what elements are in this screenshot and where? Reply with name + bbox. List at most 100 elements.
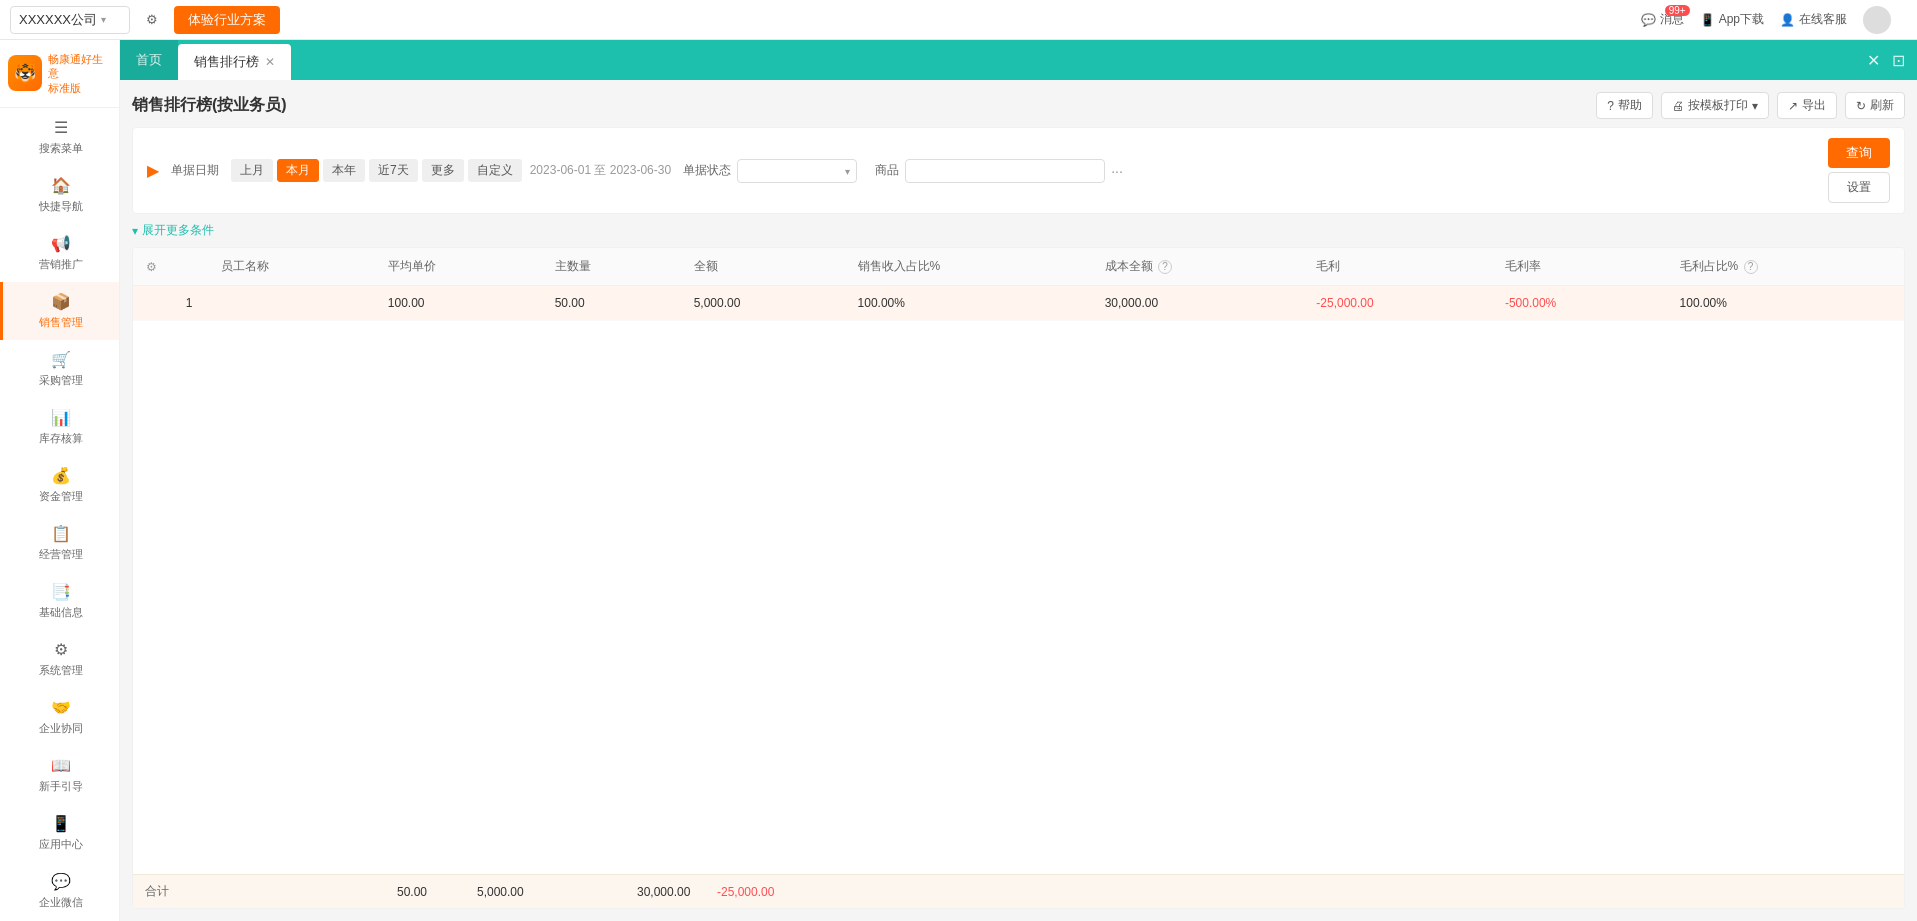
date-last7[interactable]: 近7天	[369, 159, 418, 182]
company-selector[interactable]: XXXXXX公司 ▾	[10, 6, 130, 34]
setup-button[interactable]: 设置	[1828, 172, 1890, 203]
tab-sales-ranking[interactable]: 销售排行榜 ✕	[178, 44, 291, 80]
message-icon: 💬	[1641, 13, 1656, 27]
goods-filter-label: 商品	[875, 162, 899, 179]
expand-conditions-bar: ▾ 展开更多条件	[132, 222, 1905, 239]
sidebar-label: 企业微信	[39, 895, 83, 910]
content-area: 首页 销售排行榜 ✕ ✕ ⊡ 销售排行榜(按业务员) ? 帮助	[120, 40, 1917, 921]
col-amount: 全额	[682, 248, 846, 286]
help-button[interactable]: ? 帮助	[1596, 92, 1653, 119]
status-select[interactable]	[737, 159, 857, 183]
date-options: 上月 本月 本年 近7天 更多 自定义 2023-06-01 至 2023-06…	[231, 159, 671, 182]
message-badge: 99+	[1665, 5, 1690, 16]
online-service-label: 在线客服	[1799, 11, 1847, 28]
sidebar-item-app-center[interactable]: 📱 应用中心	[0, 804, 119, 862]
table-footer: 合计 50.00 5,000.00 30,000.00 -25,000.00	[133, 874, 1904, 908]
col-avg-price: 平均单价	[376, 248, 543, 286]
sidebar: 🐯 畅康通好生意 标准版 ☰ 搜索菜单 🏠 快捷导航 📢 营销推广 📦 销售管理…	[0, 40, 120, 921]
sidebar-item-operations[interactable]: 📋 经营管理	[0, 514, 119, 572]
cost-help-icon[interactable]: ?	[1158, 260, 1172, 274]
expand-icon: ▶	[147, 161, 159, 180]
logo-icon: 🐯	[8, 55, 42, 91]
basic-info-icon: 📑	[51, 582, 71, 601]
sidebar-item-search-order[interactable]: ☰ 搜索菜单	[0, 108, 119, 166]
sidebar-item-finance[interactable]: 💰 资金管理	[0, 456, 119, 514]
tab-bar-maximize-icon[interactable]: ⊡	[1892, 51, 1905, 70]
sidebar-item-enterprise-wechat[interactable]: 💬 企业微信	[0, 862, 119, 920]
marketing-icon: 📢	[51, 234, 71, 253]
col-settings[interactable]: ⚙	[133, 248, 169, 286]
sidebar-label: 资金管理	[39, 489, 83, 504]
sidebar-label: 基础信息	[39, 605, 83, 620]
page-title: 销售排行榜(按业务员)	[132, 95, 287, 116]
wechat-icon: 💬	[51, 872, 71, 891]
col-profit-pct: 毛利占比% ?	[1668, 248, 1904, 286]
status-select-wrap	[737, 159, 857, 183]
quick-nav-icon: 🏠	[51, 176, 71, 195]
sidebar-item-quick-nav[interactable]: 🏠 快捷导航	[0, 166, 119, 224]
tab-home[interactable]: 首页	[120, 40, 178, 80]
message-btn[interactable]: 💬 消息 99+	[1641, 11, 1684, 28]
print-button[interactable]: 🖨 按模板打印 ▾	[1661, 92, 1769, 119]
refresh-icon: ↻	[1856, 99, 1866, 113]
date-this-month[interactable]: 本月	[277, 159, 319, 182]
tab-bar-actions: ✕ ⊡	[1855, 40, 1917, 80]
purchase-icon: 🛒	[51, 350, 71, 369]
footer-empty1	[225, 885, 305, 899]
col-rank	[169, 248, 209, 286]
app-download-btn[interactable]: 📱 App下载	[1700, 11, 1764, 28]
newcomer-icon: 📖	[51, 756, 71, 775]
tab-bar-close-icon[interactable]: ✕	[1867, 51, 1880, 70]
row-settings-col	[133, 286, 169, 321]
col-name: 员工名称	[209, 248, 376, 286]
date-this-year[interactable]: 本年	[323, 159, 365, 182]
date-custom[interactable]: 自定义	[468, 159, 522, 182]
sidebar-logo: 🐯 畅康通好生意 标准版	[0, 40, 119, 108]
online-service-btn[interactable]: 👤 在线客服	[1780, 11, 1847, 28]
sidebar-item-newcomer[interactable]: 📖 新手引导	[0, 746, 119, 804]
company-name: XXXXXX公司	[19, 11, 97, 29]
row-rank: 1	[169, 286, 209, 321]
sidebar-label: 营销推广	[39, 257, 83, 272]
date-filter-label: 单据日期	[171, 162, 219, 179]
sidebar-item-enterprise-collab[interactable]: 🤝 企业协同	[0, 688, 119, 746]
row-amount: 5,000.00	[682, 286, 846, 321]
goods-filter-group: 商品 ···	[875, 159, 1123, 183]
export-button[interactable]: ↗ 导出	[1777, 92, 1837, 119]
refresh-button[interactable]: ↻ 刷新	[1845, 92, 1905, 119]
tab-close-icon[interactable]: ✕	[265, 55, 275, 69]
help-icon: ?	[1607, 99, 1614, 113]
sidebar-item-system[interactable]: ⚙ 系统管理	[0, 630, 119, 688]
print-dropdown-icon: ▾	[1752, 99, 1758, 113]
logo-text: 畅康通好生意 标准版	[48, 52, 111, 95]
col-qty: 主数量	[543, 248, 682, 286]
profit-pct-help-icon[interactable]: ?	[1744, 260, 1758, 274]
tab-bar: 首页 销售排行榜 ✕ ✕ ⊡	[120, 40, 1917, 80]
footer-empty3	[545, 885, 625, 899]
page-header: 销售排行榜(按业务员) ? 帮助 🖨 按模板打印 ▾ ↗ 导出	[132, 92, 1905, 119]
footer-amount: 5,000.00	[465, 885, 545, 899]
trial-button[interactable]: 体验行业方案	[174, 6, 280, 34]
col-sales-pct: 销售收入占比%	[846, 248, 1093, 286]
settings-icon[interactable]: ⚙	[138, 6, 166, 34]
top-bar-right: 💬 消息 99+ 📱 App下载 👤 在线客服	[1641, 6, 1907, 34]
footer-gross-profit: -25,000.00	[705, 885, 786, 899]
sidebar-label: 销售管理	[39, 315, 83, 330]
page-content: 销售排行榜(按业务员) ? 帮助 🖨 按模板打印 ▾ ↗ 导出	[120, 80, 1917, 921]
row-sales-pct: 100.00%	[846, 286, 1093, 321]
query-button[interactable]: 查询	[1828, 138, 1890, 168]
sidebar-item-basic-info[interactable]: 📑 基础信息	[0, 572, 119, 630]
sidebar-item-inventory[interactable]: 📊 库存核算	[0, 398, 119, 456]
sidebar-item-marketing[interactable]: 📢 营销推广	[0, 224, 119, 282]
sidebar-item-purchase[interactable]: 🛒 采购管理	[0, 340, 119, 398]
goods-input[interactable]	[905, 159, 1105, 183]
sidebar-item-sales[interactable]: 📦 销售管理	[0, 282, 119, 340]
goods-more-icon[interactable]: ···	[1111, 163, 1123, 179]
data-table: ⚙ 员工名称 平均单价 主数量 全额 销售收入占比% 成本全额 ? 毛利	[133, 248, 1904, 321]
expand-conditions-btn[interactable]: ▾ 展开更多条件	[132, 222, 1905, 239]
avatar[interactable]	[1863, 6, 1891, 34]
col-gross-margin: 毛利率	[1493, 248, 1668, 286]
row-qty: 50.00	[543, 286, 682, 321]
date-last-month[interactable]: 上月	[231, 159, 273, 182]
date-more[interactable]: 更多	[422, 159, 464, 182]
